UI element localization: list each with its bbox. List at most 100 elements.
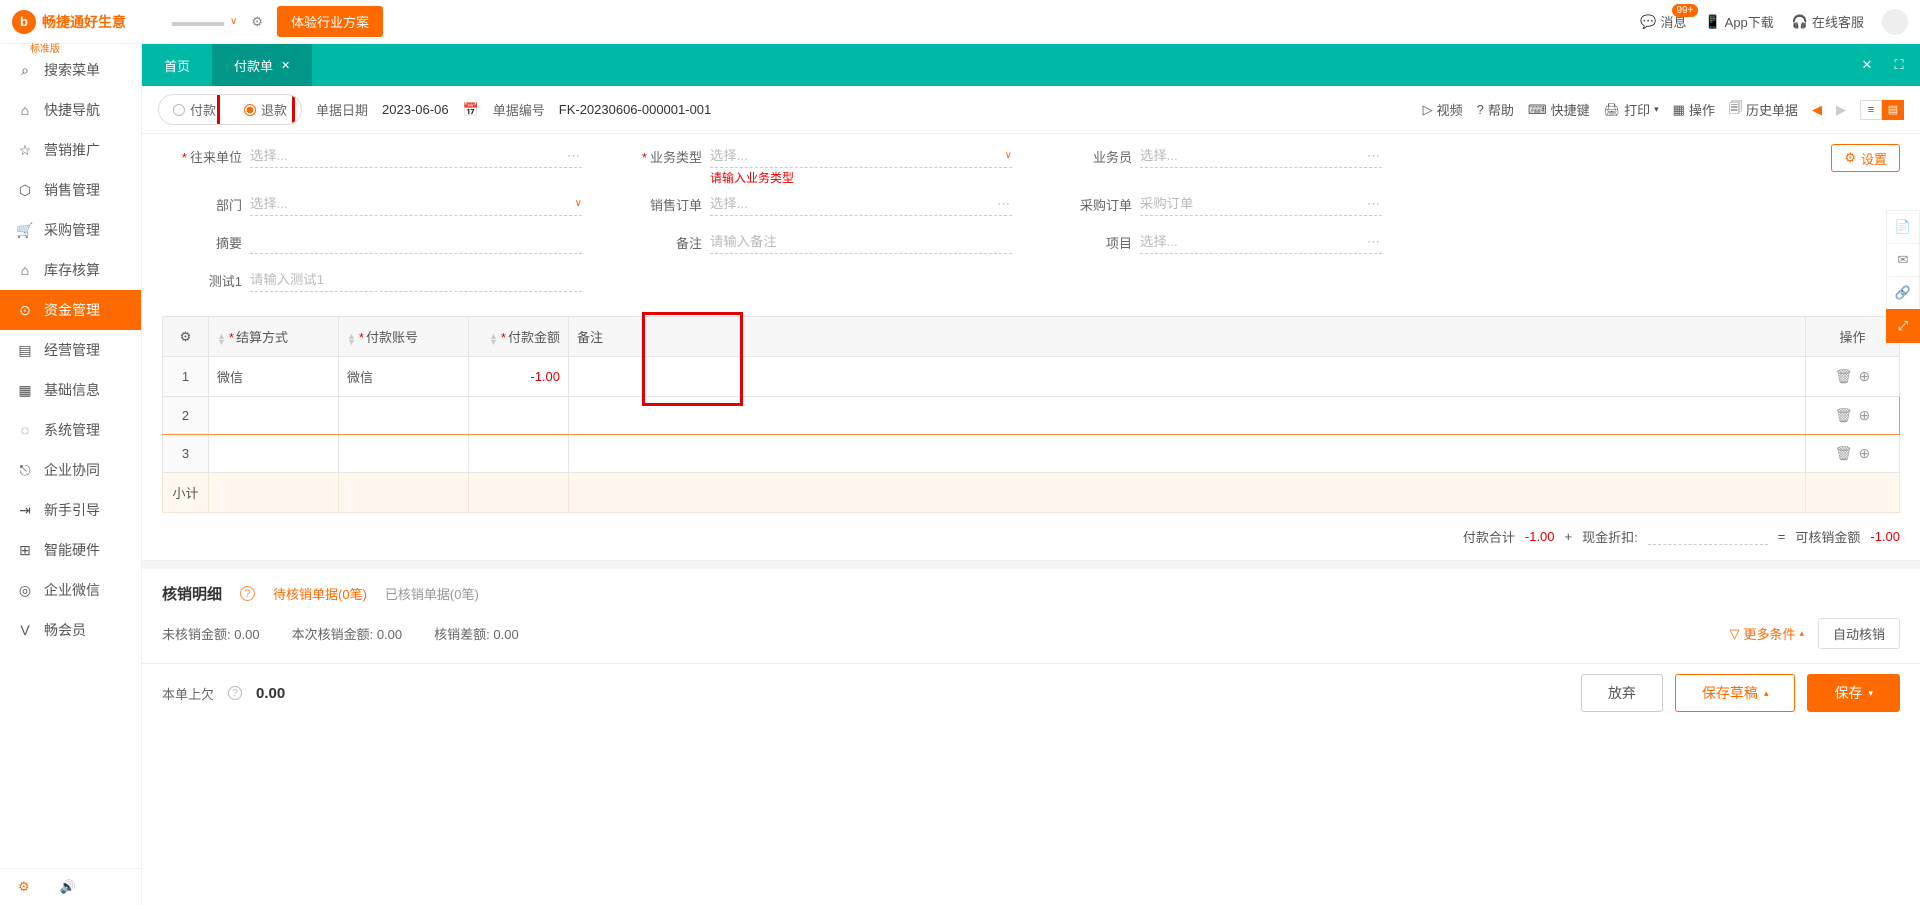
sidebar-item[interactable]: 🛒采购管理 (0, 210, 141, 250)
sidebar-item[interactable]: ⌂快捷导航 (0, 90, 141, 130)
sidebar-item[interactable]: ⊙资金管理 (0, 290, 141, 330)
sales-order-more-icon[interactable]: ⋯ (997, 196, 1012, 212)
rail-expand-icon[interactable]: ⤢ (1886, 309, 1920, 343)
table-row[interactable]: 1微信微信-1.00🗑⊕ (163, 357, 1900, 397)
radio-refund[interactable]: 退款 (230, 95, 301, 124)
sidebar-item[interactable]: ⇥新手引导 (0, 490, 141, 530)
delete-row-icon[interactable]: 🗑 (1835, 368, 1853, 384)
rail-note-icon[interactable]: 📄 (1886, 210, 1920, 244)
sidebar-item[interactable]: ◌系统管理 (0, 410, 141, 450)
sidebar-item[interactable]: ⎋企业协同 (0, 450, 141, 490)
chevron-down-icon[interactable]: ∨ (1005, 150, 1012, 161)
cell-remark[interactable] (569, 357, 1806, 397)
sidebar-item[interactable]: ⬡销售管理 (0, 170, 141, 210)
settings-button[interactable]: ⚙设置 (1831, 144, 1900, 172)
sidebar-item[interactable]: ◎企业微信 (0, 570, 141, 610)
company-selector[interactable]: ▬▬▬▬ ∨ (172, 14, 237, 29)
cell-settle[interactable] (209, 397, 339, 435)
sidebar-item[interactable]: ▦基础信息 (0, 370, 141, 410)
view-list-button[interactable]: ≡ (1860, 100, 1882, 120)
delete-row-icon[interactable]: 🗑 (1835, 445, 1853, 461)
col-settings[interactable]: ⚙ (163, 317, 209, 357)
cell-amount[interactable]: -1.00 (469, 357, 569, 397)
prev-doc-icon[interactable]: ◀ (1812, 102, 1822, 118)
radio-pay[interactable]: 付款 (159, 95, 230, 124)
add-row-icon[interactable]: ⊕ (1859, 368, 1871, 384)
col-account[interactable]: ▲▼付款账号 (339, 317, 469, 357)
test-input[interactable] (250, 268, 582, 291)
col-remark[interactable]: 备注 (569, 317, 1806, 357)
shortcut-link[interactable]: ⌨快捷键 (1528, 100, 1590, 119)
purchase-order-more-icon[interactable]: ⋯ (1367, 196, 1382, 212)
next-doc-icon[interactable]: ▶ (1836, 102, 1846, 118)
sidebar-item[interactable]: ▤经营管理 (0, 330, 141, 370)
discount-input[interactable] (1648, 529, 1768, 545)
operator-more-icon[interactable]: ⋯ (1367, 148, 1382, 164)
recon-tab-done[interactable]: 已核销单据(0笔) (385, 584, 479, 603)
calendar-icon[interactable]: 📅 (463, 102, 479, 118)
more-conditions-link[interactable]: ▽更多条件▴ (1729, 624, 1804, 643)
save-button[interactable]: 保存▾ (1807, 674, 1900, 712)
project-input[interactable] (1140, 230, 1367, 253)
operator-input[interactable] (1140, 144, 1367, 167)
history-link[interactable]: 🗐历史单据 (1729, 99, 1798, 121)
sidebar-item[interactable]: V畅会员 (0, 610, 141, 650)
cell-account[interactable] (339, 397, 469, 435)
gear-icon[interactable]: ⚙ (251, 14, 263, 30)
recon-tab-pending[interactable]: 待核销单据(0笔) (273, 584, 367, 603)
chevron-down-icon[interactable]: ∨ (575, 198, 582, 209)
cell-amount[interactable] (469, 397, 569, 435)
rail-link-icon[interactable]: 🔗 (1886, 276, 1920, 310)
dept-input[interactable] (250, 192, 571, 215)
table-row[interactable]: 3🗑⊕ (163, 435, 1900, 473)
cell-settle[interactable] (209, 435, 339, 473)
summary-input[interactable] (250, 230, 582, 253)
discard-button[interactable]: 放弃 (1581, 674, 1663, 712)
cell-remark[interactable] (569, 397, 1806, 435)
operate-link[interactable]: ▦操作 (1673, 100, 1715, 119)
video-link[interactable]: ▷视频 (1423, 100, 1463, 119)
try-industry-button[interactable]: 体验行业方案 (277, 6, 383, 37)
add-row-icon[interactable]: ⊕ (1859, 445, 1871, 461)
cell-remark[interactable] (569, 435, 1806, 473)
add-row-icon[interactable]: ⊕ (1859, 407, 1871, 423)
remark-input[interactable] (710, 230, 1012, 253)
save-draft-button[interactable]: 保存草稿▴ (1675, 674, 1796, 712)
cell-account[interactable]: 微信 (339, 357, 469, 397)
cell-settle[interactable]: 微信 (209, 357, 339, 397)
print-link[interactable]: 🖨打印▾ (1604, 100, 1659, 119)
cell-account[interactable] (339, 435, 469, 473)
sidebar-item[interactable]: ☆营销推广 (0, 130, 141, 170)
partner-more-icon[interactable]: ⋯ (567, 148, 582, 164)
date-value[interactable]: 2023-06-06 (382, 102, 449, 117)
sidebar-item[interactable]: ⌕搜索菜单 (0, 50, 141, 90)
sidebar-item[interactable]: ⊞智能硬件 (0, 530, 141, 570)
view-form-button[interactable]: ▤ (1882, 100, 1904, 120)
tab[interactable]: 付款单✕ (212, 44, 312, 86)
messages-link[interactable]: 💬 消息 99+ (1640, 12, 1686, 31)
table-row[interactable]: 2🗑⊕ (163, 397, 1900, 435)
tabs-close-all[interactable]: ✕ (1854, 52, 1880, 78)
user-avatar[interactable] (1882, 9, 1908, 35)
tabs-expand[interactable]: ⛶ (1886, 52, 1912, 78)
sound-icon[interactable]: 🔊 (60, 879, 76, 895)
col-amount[interactable]: ▲▼付款金额 (469, 317, 569, 357)
recon-help-icon[interactable]: ? (240, 586, 255, 601)
online-service-link[interactable]: 🎧 在线客服 (1792, 12, 1864, 31)
sales-order-input[interactable] (710, 192, 997, 215)
sidebar-item[interactable]: ⌂库存核算 (0, 250, 141, 290)
close-icon[interactable]: ✕ (281, 59, 290, 72)
owe-help-icon[interactable]: ? (228, 686, 242, 700)
auto-reconcile-button[interactable]: 自动核销 (1818, 618, 1900, 649)
tab[interactable]: 首页 (142, 44, 212, 86)
help-link[interactable]: ?帮助 (1477, 100, 1514, 119)
col-settle[interactable]: ▲▼结算方式 (209, 317, 339, 357)
biztype-input[interactable] (710, 144, 1001, 167)
purchase-order-input[interactable] (1140, 192, 1367, 215)
app-download-link[interactable]: 📱 App下载 (1704, 12, 1773, 31)
project-more-icon[interactable]: ⋯ (1367, 234, 1382, 250)
delete-row-icon[interactable]: 🗑 (1835, 407, 1853, 423)
partner-input[interactable] (250, 144, 567, 167)
cell-amount[interactable] (469, 435, 569, 473)
settings-icon[interactable]: ⚙ (18, 879, 30, 895)
